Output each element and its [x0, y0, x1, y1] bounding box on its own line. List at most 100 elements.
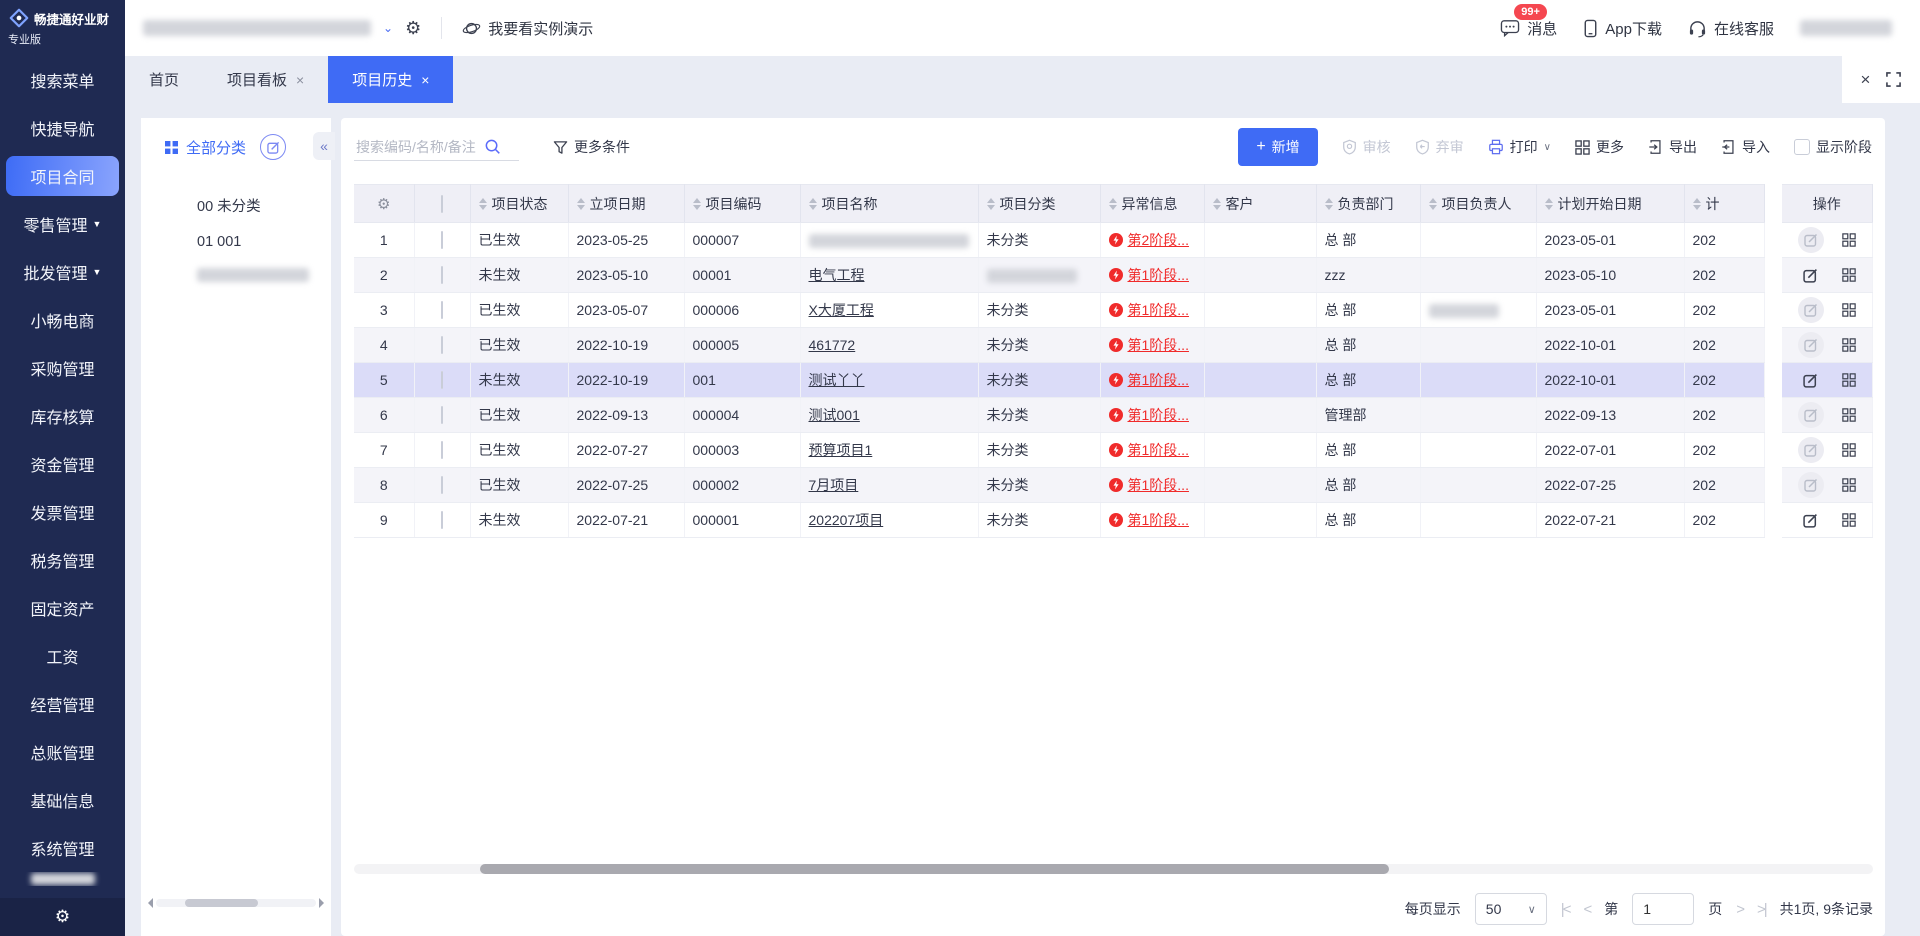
sort-icon[interactable] — [1544, 197, 1553, 210]
close-icon[interactable]: × — [296, 72, 304, 88]
edit-icon[interactable] — [1797, 402, 1824, 428]
sort-icon[interactable] — [576, 197, 585, 210]
sort-icon[interactable] — [986, 197, 995, 210]
sidebar-item-wholesale[interactable]: 批发管理 ▼ — [0, 248, 125, 296]
prev-page-button[interactable]: < — [1583, 901, 1592, 918]
sidebar-item-ecommerce[interactable]: 小畅电商 — [0, 296, 125, 344]
header-category[interactable]: 项目分类 — [978, 184, 1101, 223]
export-button[interactable]: 导出 — [1648, 137, 1697, 157]
header-clipped[interactable]: 计 — [1684, 184, 1765, 223]
header-name[interactable]: 项目名称 — [800, 184, 979, 223]
print-button[interactable]: 打印 ∨ — [1488, 137, 1551, 157]
scrollbar-thumb[interactable] — [480, 864, 1389, 874]
more-button[interactable]: 更多 — [1575, 137, 1624, 157]
sidebar-item-inventory[interactable]: 库存核算 — [0, 392, 125, 440]
sidebar-item-payroll[interactable]: 工资 — [0, 632, 125, 680]
error-link[interactable]: 第1阶段... — [1100, 292, 1205, 328]
error-link[interactable]: 第1阶段... — [1100, 257, 1205, 293]
header-owner[interactable]: 项目负责人 — [1420, 184, 1537, 223]
project-name-link[interactable]: X大厦工程 — [809, 302, 874, 318]
sort-icon[interactable] — [1428, 197, 1437, 210]
company-switch-chevron-icon[interactable]: ⌄ — [383, 21, 393, 35]
error-link[interactable]: 第1阶段... — [1100, 397, 1205, 433]
sidebar-item-search-menu[interactable]: 搜索菜单 — [0, 56, 125, 104]
grid-actions-icon[interactable] — [1842, 478, 1856, 492]
table-row[interactable]: 7 已生效 2022-07-27 000003 预算项目1 未分类 第1阶段..… — [354, 432, 1873, 468]
project-name-link[interactable]: 测试001 — [809, 407, 860, 423]
online-service-button[interactable]: 在线客服 — [1688, 18, 1774, 39]
category-item-unclassified[interactable]: 00 未分类 — [141, 186, 331, 225]
table-row[interactable]: 6 已生效 2022-09-13 000004 测试001 未分类 第1阶段..… — [354, 397, 1873, 433]
select-all-checkbox[interactable] — [441, 194, 443, 213]
sort-icon[interactable] — [478, 197, 487, 210]
scroll-left-arrow-icon[interactable] — [143, 898, 153, 908]
import-button[interactable]: 导入 — [1721, 137, 1770, 157]
grid-actions-icon[interactable] — [1842, 443, 1856, 457]
header-dept[interactable]: 负责部门 — [1316, 184, 1421, 223]
sort-icon[interactable] — [1692, 197, 1701, 210]
grid-actions-icon[interactable] — [1842, 233, 1856, 247]
tab-home[interactable]: 首页 — [125, 56, 203, 103]
row-select[interactable] — [414, 292, 471, 328]
scrollbar-thumb[interactable] — [184, 899, 259, 907]
collapse-panel-button[interactable]: « — [313, 132, 335, 160]
edit-icon[interactable] — [1798, 367, 1824, 393]
sidebar-item-quick-nav[interactable]: 快捷导航 — [0, 104, 125, 152]
sidebar-item-purchase[interactable]: 采购管理 — [0, 344, 125, 392]
project-name-link[interactable]: 测试丫丫 — [809, 372, 865, 388]
row-select[interactable] — [414, 257, 471, 293]
header-status[interactable]: 项目状态 — [470, 184, 569, 223]
header-code[interactable]: 项目编码 — [684, 184, 801, 223]
edit-icon[interactable] — [1797, 297, 1824, 323]
sort-icon[interactable] — [1212, 197, 1221, 210]
next-page-button[interactable]: > — [1736, 901, 1745, 918]
messages-button[interactable]: 99+ 消息 — [1500, 3, 1557, 39]
edit-icon[interactable] — [1797, 437, 1824, 463]
error-link[interactable]: 第1阶段... — [1100, 362, 1205, 398]
grid-actions-icon[interactable] — [1842, 513, 1856, 527]
tab-project-history[interactable]: 项目历史 × — [328, 56, 454, 103]
project-name-link[interactable]: 电气工程 — [809, 267, 865, 283]
scroll-right-arrow-icon[interactable] — [319, 898, 329, 908]
sidebar-item-tax[interactable]: 税务管理 — [0, 536, 125, 584]
audit-button[interactable]: 审核 — [1342, 137, 1391, 157]
close-icon[interactable]: × — [1861, 70, 1871, 90]
row-select[interactable] — [414, 502, 471, 538]
header-error[interactable]: 异常信息 — [1100, 184, 1205, 223]
tab-project-board[interactable]: 项目看板 × — [203, 56, 328, 103]
category-edit-button[interactable] — [260, 134, 287, 160]
sidebar-item-fixed-assets[interactable]: 固定资产 — [0, 584, 125, 632]
sort-icon[interactable] — [1108, 197, 1117, 210]
sort-icon[interactable] — [692, 197, 701, 210]
edit-icon[interactable] — [1797, 227, 1824, 253]
grid-actions-icon[interactable] — [1842, 373, 1856, 387]
error-link[interactable]: 第1阶段... — [1100, 327, 1205, 363]
project-name-link[interactable]: 预算项目1 — [809, 442, 873, 458]
table-row[interactable]: 8 已生效 2022-07-25 000002 7月项目 未分类 第1阶段...… — [354, 467, 1873, 503]
project-name-link[interactable]: 461772 — [809, 337, 856, 353]
row-select[interactable] — [414, 222, 471, 258]
demo-link[interactable]: 我要看实例演示 — [462, 18, 593, 39]
error-link[interactable]: 第1阶段... — [1100, 432, 1205, 468]
last-page-button[interactable]: >| — [1757, 901, 1768, 918]
add-button[interactable]: + 新增 — [1238, 128, 1318, 166]
sort-icon[interactable] — [1324, 197, 1333, 210]
error-link[interactable]: 第2阶段... — [1100, 222, 1205, 258]
show-stage-checkbox[interactable] — [1794, 139, 1810, 155]
table-row-selected[interactable]: 5 未生效 2022-10-19 001 测试丫丫 未分类 第1阶段... 总 … — [354, 362, 1873, 398]
more-filters-button[interactable]: 更多条件 — [553, 137, 630, 157]
show-stage-toggle[interactable]: 显示阶段 — [1794, 137, 1872, 157]
row-select[interactable] — [414, 467, 471, 503]
sidebar-item-general-ledger[interactable]: 总账管理 — [0, 728, 125, 776]
edit-icon[interactable] — [1797, 332, 1824, 358]
select-all-header[interactable] — [414, 184, 471, 223]
edit-icon[interactable] — [1797, 472, 1824, 498]
app-download-button[interactable]: App下载 — [1583, 18, 1662, 39]
header-start-date[interactable]: 计划开始日期 — [1536, 184, 1685, 223]
search-icon[interactable] — [484, 138, 501, 155]
sidebar-item-clipped[interactable] — [0, 872, 125, 886]
table-row[interactable]: 4 已生效 2022-10-19 000005 461772 未分类 第1阶段.… — [354, 327, 1873, 363]
sort-icon[interactable] — [808, 197, 817, 210]
grid-actions-icon[interactable] — [1842, 408, 1856, 422]
row-select[interactable] — [414, 327, 471, 363]
